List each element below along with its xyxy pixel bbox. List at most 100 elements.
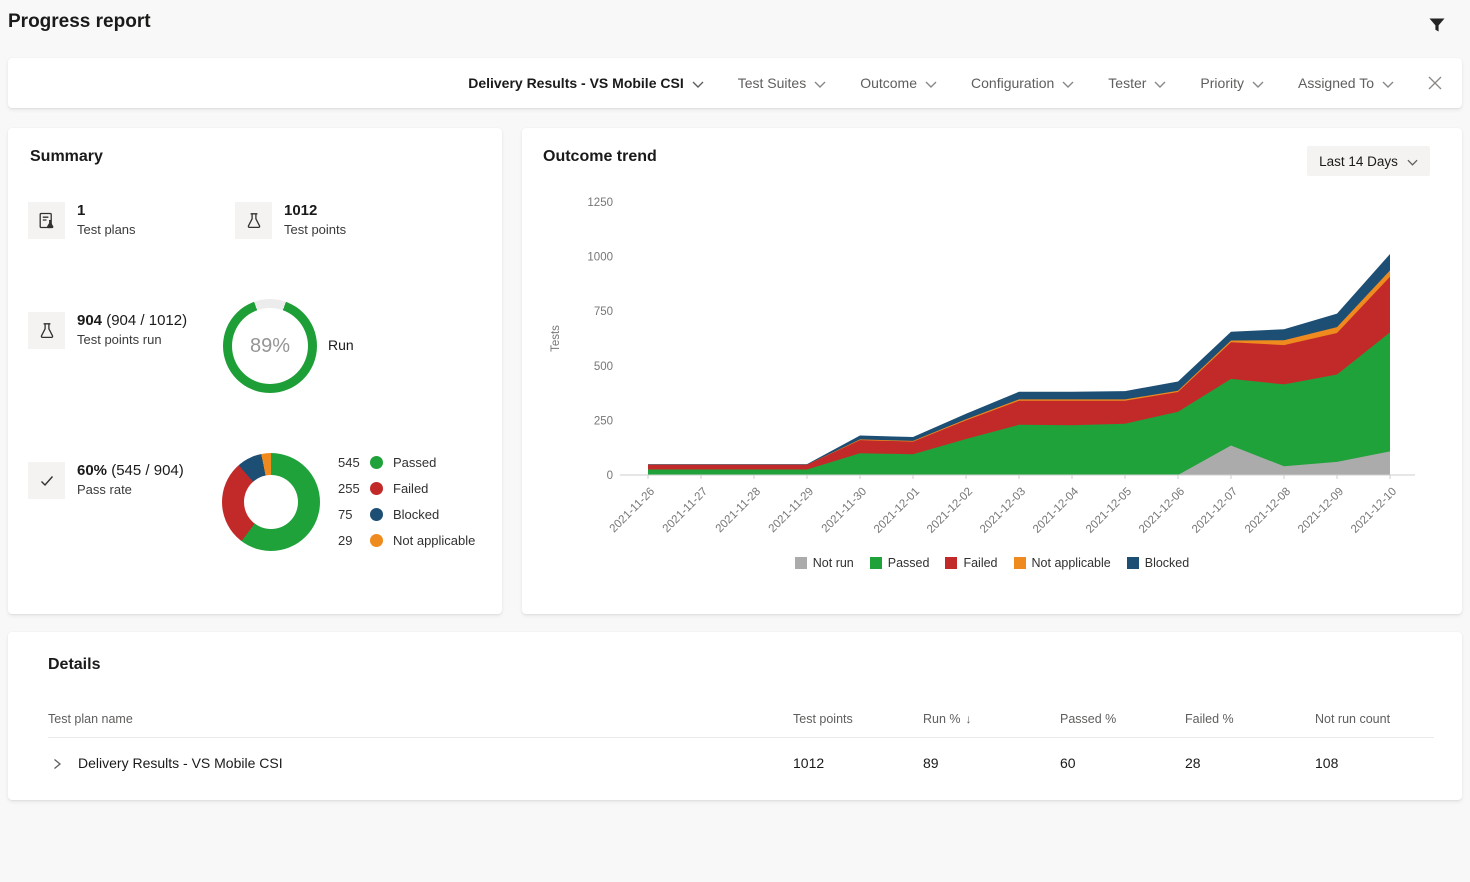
summary-card: Summary 1 Test plans 1012 Test points: [8, 128, 502, 614]
column-header-not-run-count[interactable]: Not run count: [1315, 712, 1390, 726]
chevron-down-icon: [814, 75, 826, 91]
pass-rate-label: Pass rate: [77, 482, 184, 497]
legend-item-passed: 545 Passed: [338, 449, 475, 475]
test-points-tile: 1012 Test points: [235, 202, 346, 239]
test-points-value: 1012: [284, 202, 317, 219]
date-range-dropdown[interactable]: Last 14 Days: [1307, 146, 1430, 176]
chevron-down-icon: [925, 75, 937, 91]
legend-item-blocked: Blocked: [1127, 556, 1189, 570]
test-plans-tile: 1 Test plans: [28, 202, 136, 239]
close-filters-icon[interactable]: [1428, 76, 1442, 90]
legend-item-blocked: 75 Blocked: [338, 501, 475, 527]
legend-label: Not applicable: [393, 533, 475, 548]
page-title: Progress report: [8, 11, 151, 33]
trend-legend: Not run Passed Failed Not applicable Blo…: [522, 556, 1462, 570]
column-header-test-plan-name[interactable]: Test plan name: [48, 712, 133, 726]
filter-test-plan-label: Delivery Results - VS Mobile CSI: [468, 75, 684, 91]
test-plans-value: 1: [77, 202, 85, 219]
svg-text:2021-12-04: 2021-12-04: [1031, 485, 1082, 536]
filter-label: Priority: [1200, 75, 1244, 91]
run-pct-cell: 89: [923, 755, 939, 771]
legend-count: 545: [338, 455, 370, 470]
column-header-failed-pct[interactable]: Failed %: [1185, 712, 1234, 726]
failed-swatch-icon: [945, 557, 957, 569]
test-points-cell: 1012: [793, 755, 824, 771]
legend-label: Failed: [393, 481, 428, 496]
svg-text:500: 500: [594, 361, 613, 373]
filter-configuration[interactable]: Configuration: [971, 75, 1074, 91]
column-header-run-pct[interactable]: Run % ↓: [923, 712, 972, 726]
svg-text:250: 250: [594, 415, 613, 427]
pass-rate-suffix: (545 / 904): [111, 462, 184, 479]
legend-label: Failed: [963, 556, 997, 570]
filter-label: Tester: [1108, 75, 1146, 91]
filter-test-suites[interactable]: Test Suites: [738, 75, 826, 91]
legend-label: Not run: [813, 556, 854, 570]
passed-dot-icon: [370, 456, 383, 469]
summary-title: Summary: [30, 148, 103, 166]
filter-label: Test Suites: [738, 75, 806, 91]
legend-item-not-run: Not run: [795, 556, 854, 570]
filter-label: Assigned To: [1298, 75, 1374, 91]
outcome-trend-card: Outcome trend Last 14 Days 0250500750100…: [522, 128, 1462, 614]
svg-text:2021-11-27: 2021-11-27: [661, 486, 710, 535]
expand-row-chevron-icon[interactable]: [53, 757, 62, 775]
filter-funnel-icon[interactable]: [1427, 15, 1447, 40]
sort-descending-icon: ↓: [966, 712, 972, 726]
svg-text:Tests: Tests: [550, 325, 562, 352]
not-run-swatch-icon: [795, 557, 807, 569]
run-donut-label: Run: [328, 337, 354, 353]
legend-item-failed: 255 Failed: [338, 475, 475, 501]
svg-text:1250: 1250: [587, 197, 613, 209]
chevron-down-icon: [1154, 75, 1166, 91]
filter-assigned-to[interactable]: Assigned To: [1298, 75, 1394, 91]
svg-text:2021-11-28: 2021-11-28: [714, 486, 763, 535]
svg-text:2021-12-03: 2021-12-03: [978, 486, 1028, 536]
svg-text:2021-12-06: 2021-12-06: [1137, 486, 1187, 536]
test-points-run-tile: 904 (904 / 1012) Test points run: [28, 312, 187, 349]
filter-priority[interactable]: Priority: [1200, 75, 1264, 91]
pass-rate-tile: 60% (545 / 904) Pass rate: [28, 462, 184, 499]
run-percentage-value: 89%: [223, 299, 317, 393]
legend-item-not-applicable: 29 Not applicable: [338, 527, 475, 553]
test-plans-label: Test plans: [77, 222, 136, 237]
test-points-label: Test points: [284, 222, 346, 237]
not-applicable-dot-icon: [370, 534, 383, 547]
blocked-swatch-icon: [1127, 557, 1139, 569]
column-label: Run %: [923, 712, 961, 726]
test-points-run-suffix: (904 / 1012): [106, 312, 187, 329]
beaker-icon: [28, 312, 65, 349]
passed-pct-cell: 60: [1060, 755, 1076, 771]
filter-bar: Delivery Results - VS Mobile CSI Test Su…: [8, 58, 1462, 108]
legend-label: Blocked: [393, 507, 439, 522]
filter-outcome[interactable]: Outcome: [860, 75, 937, 91]
svg-text:0: 0: [607, 470, 613, 482]
svg-text:2021-12-02: 2021-12-02: [925, 486, 975, 536]
column-header-passed-pct[interactable]: Passed %: [1060, 712, 1116, 726]
svg-text:2021-12-08: 2021-12-08: [1243, 486, 1293, 536]
test-plan-icon: [28, 202, 65, 239]
details-title: Details: [48, 656, 100, 674]
outcome-donut-legend: 545 Passed 255 Failed 75 Blocked 29 Not …: [338, 449, 475, 553]
passed-swatch-icon: [870, 557, 882, 569]
failed-pct-cell: 28: [1185, 755, 1201, 771]
check-icon: [28, 462, 65, 499]
column-header-test-points[interactable]: Test points: [793, 712, 853, 726]
legend-item-failed: Failed: [945, 556, 997, 570]
chevron-down-icon: [1062, 75, 1074, 91]
svg-text:2021-11-29: 2021-11-29: [767, 486, 816, 535]
test-points-run-value: 904: [77, 312, 102, 329]
svg-text:2021-12-01: 2021-12-01: [872, 486, 922, 536]
divider: [48, 737, 1434, 738]
legend-label: Not applicable: [1032, 556, 1111, 570]
svg-text:1000: 1000: [587, 252, 613, 264]
test-plan-name-cell[interactable]: Delivery Results - VS Mobile CSI: [78, 755, 283, 771]
filter-test-plan[interactable]: Delivery Results - VS Mobile CSI: [468, 75, 704, 91]
blocked-dot-icon: [370, 508, 383, 521]
filter-tester[interactable]: Tester: [1108, 75, 1166, 91]
svg-text:2021-12-07: 2021-12-07: [1190, 486, 1240, 536]
beaker-icon: [235, 202, 272, 239]
filter-label: Configuration: [971, 75, 1054, 91]
legend-label: Blocked: [1145, 556, 1189, 570]
chevron-down-icon: [1252, 75, 1264, 91]
